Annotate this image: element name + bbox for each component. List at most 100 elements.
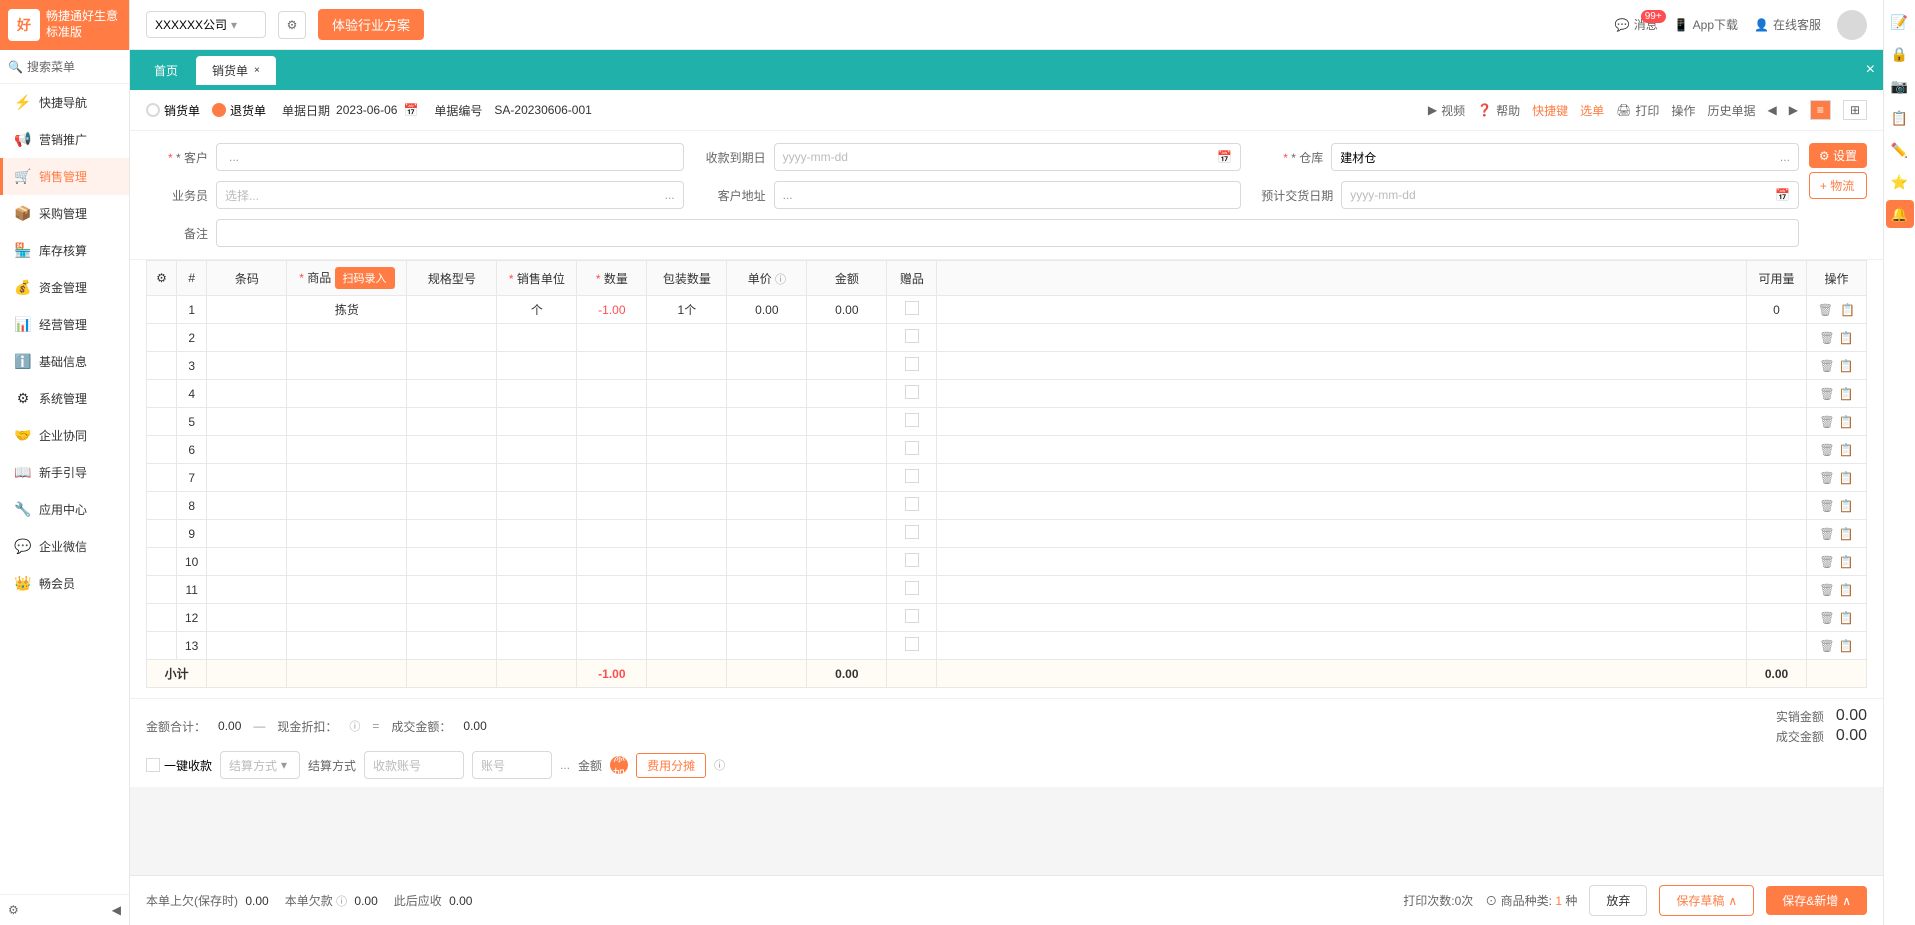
rt-btn-clipboard[interactable]: 📋 <box>1886 104 1914 132</box>
video-btn[interactable]: ▶ 视频 <box>1428 102 1465 119</box>
sidebar-item-system[interactable]: ⚙ 系统管理 <box>0 380 129 417</box>
gift-checkbox[interactable] <box>905 301 919 315</box>
layout-btn-2[interactable]: ⊞ <box>1843 100 1867 120</box>
user-avatar[interactable] <box>1837 10 1867 40</box>
delete-icon[interactable]: 🗑 <box>1819 415 1834 429</box>
copy-icon[interactable]: 📋 <box>1839 359 1854 373</box>
remark-input[interactable] <box>216 219 1799 247</box>
tab-close-icon[interactable]: × <box>254 65 260 76</box>
sidebar-item-guide[interactable]: 📖 新手引导 <box>0 454 129 491</box>
scan-barcode-button[interactable]: 扫码录入 <box>335 267 395 289</box>
save-draft-button[interactable]: 保存草稿 ∧ <box>1659 885 1754 916</box>
sidebar-item-operations[interactable]: 📊 经营管理 <box>0 306 129 343</box>
copy-icon[interactable]: 📋 <box>1840 303 1855 317</box>
message-button[interactable]: 💬 消息 99+ <box>1615 16 1658 33</box>
sidebar-settings-icon[interactable]: ⚙ <box>8 903 19 917</box>
th-settings[interactable]: ⚙ <box>147 261 177 296</box>
sidebar-item-wechat[interactable]: 💬 企业微信 <box>0 528 129 565</box>
copy-icon[interactable]: 📋 <box>1839 639 1854 653</box>
sidebar-item-enterprise[interactable]: 🤝 企业协同 <box>0 417 129 454</box>
select-order-btn[interactable]: 选单 <box>1580 102 1604 119</box>
layout-btn-1[interactable]: ≡ <box>1810 100 1831 120</box>
rt-btn-edit[interactable]: ✏️ <box>1886 136 1914 164</box>
row-gift[interactable] <box>887 296 937 324</box>
row-unit[interactable]: 个 <box>497 296 577 324</box>
history-btn[interactable]: 历史单据 <box>1707 102 1755 119</box>
account-placeholder-input[interactable]: 账号 <box>472 751 552 779</box>
customer-addr-input[interactable]: ... <box>774 181 1242 209</box>
sidebar-item-quick-nav[interactable]: ⚡ 快捷导航 <box>0 84 129 121</box>
topbar-gear-button[interactable]: ⚙ <box>278 11 306 39</box>
rt-btn-alert[interactable]: 🔔 <box>1886 200 1914 228</box>
radio-sales-order[interactable]: 销货单 <box>146 102 200 119</box>
copy-icon[interactable]: 📋 <box>1839 499 1854 513</box>
delete-icon[interactable]: 🗑 <box>1819 527 1834 541</box>
row-barcode[interactable] <box>207 296 287 324</box>
calendar-icon[interactable]: 📅 <box>403 103 418 117</box>
salesperson-input[interactable]: 选择... ... <box>216 181 684 209</box>
sidebar-item-inventory[interactable]: 🏪 库存核算 <box>0 232 129 269</box>
delete-icon[interactable]: 🗑 <box>1819 611 1834 625</box>
delete-icon[interactable]: 🗑 <box>1819 639 1834 653</box>
settings-button[interactable]: ⚙ 设置 <box>1809 143 1867 168</box>
one-click-pay-check[interactable] <box>146 758 160 772</box>
online-service-button[interactable]: 👤 在线客服 <box>1754 16 1821 33</box>
rt-btn-star[interactable]: ⭐ <box>1886 168 1914 196</box>
sidebar-item-app-center[interactable]: 🔧 应用中心 <box>0 491 129 528</box>
copy-icon[interactable]: 📋 <box>1839 471 1854 485</box>
sidebar-item-marketing[interactable]: 📢 营销推广 <box>0 121 129 158</box>
delete-icon[interactable]: 🗑 <box>1819 499 1834 513</box>
sidebar-item-member[interactable]: 👑 畅会员 <box>0 565 129 602</box>
delete-icon[interactable]: 🗑 <box>1819 443 1834 457</box>
warehouse-input[interactable]: 建材仓 ... <box>1331 143 1799 171</box>
logistics-button[interactable]: + 物流 <box>1809 172 1867 199</box>
trial-button[interactable]: 体验行业方案 <box>318 9 424 40</box>
copy-icon[interactable]: 📋 <box>1839 415 1854 429</box>
settle-method-input[interactable]: 结算方式 ▾ <box>220 751 300 779</box>
add-payment-button[interactable]: 添加 <box>610 756 628 774</box>
print-btn[interactable]: 🖨 打印 <box>1616 102 1659 119</box>
row-amount[interactable]: 0.00 <box>807 296 887 324</box>
sidebar-search[interactable]: 🔍 搜索菜单 <box>0 50 129 84</box>
company-selector[interactable]: XXXXXX公司 ▾ <box>146 11 266 38</box>
copy-icon[interactable]: 📋 <box>1839 443 1854 457</box>
row-pack-qty[interactable]: 1个 <box>647 296 727 324</box>
sidebar-collapse-icon[interactable]: ◀ <box>112 903 121 917</box>
row-qty[interactable]: -1.00 <box>577 296 647 324</box>
sidebar-item-basic-info[interactable]: ℹ️ 基础信息 <box>0 343 129 380</box>
sidebar-item-sales[interactable]: 🛒 销售管理 <box>0 158 129 195</box>
tabbar-close-button[interactable]: × <box>1866 61 1875 79</box>
row-price[interactable]: 0.00 <box>727 296 807 324</box>
help-btn[interactable]: ❓ 帮助 <box>1477 102 1520 119</box>
bank-account-input[interactable]: 收款账号 <box>364 751 464 779</box>
delete-icon[interactable]: 🗑 <box>1819 387 1834 401</box>
app-download-button[interactable]: 📱 App下载 <box>1674 16 1738 33</box>
radio-return-order[interactable]: 退货单 <box>212 102 266 119</box>
expense-split-button[interactable]: 费用分摊 <box>636 753 706 778</box>
next-record-btn[interactable]: ▶ <box>1789 103 1798 117</box>
customer-input[interactable]: ... <box>216 143 684 171</box>
delete-icon[interactable]: 🗑 <box>1819 331 1834 345</box>
prev-record-btn[interactable]: ◀ <box>1767 103 1776 117</box>
delete-icon[interactable]: 🗑 <box>1818 303 1833 317</box>
save-new-button[interactable]: 保存&新增 ∧ <box>1766 886 1867 915</box>
tab-sales-order[interactable]: 销货单 × <box>196 56 276 85</box>
delete-icon[interactable]: 🗑 <box>1819 359 1834 373</box>
row-spec[interactable] <box>407 296 497 324</box>
delete-icon[interactable]: 🗑 <box>1819 583 1834 597</box>
sidebar-item-purchase[interactable]: 📦 采购管理 <box>0 195 129 232</box>
discard-button[interactable]: 放弃 <box>1589 885 1647 916</box>
delete-icon[interactable]: 🗑 <box>1819 471 1834 485</box>
sidebar-item-finance[interactable]: 💰 资金管理 <box>0 269 129 306</box>
row-product[interactable]: 拣货 <box>287 296 407 324</box>
rt-btn-photo[interactable]: 📷 <box>1886 72 1914 100</box>
rt-btn-lock[interactable]: 🔒 <box>1886 40 1914 68</box>
delete-icon[interactable]: 🗑 <box>1819 555 1834 569</box>
expected-date-input[interactable]: yyyy-mm-dd 📅 <box>1341 181 1799 209</box>
copy-icon[interactable]: 📋 <box>1839 527 1854 541</box>
copy-icon[interactable]: 📋 <box>1839 583 1854 597</box>
copy-icon[interactable]: 📋 <box>1839 331 1854 345</box>
one-click-pay-checkbox[interactable]: 一键收款 <box>146 757 212 774</box>
copy-icon[interactable]: 📋 <box>1839 555 1854 569</box>
copy-icon[interactable]: 📋 <box>1839 611 1854 625</box>
